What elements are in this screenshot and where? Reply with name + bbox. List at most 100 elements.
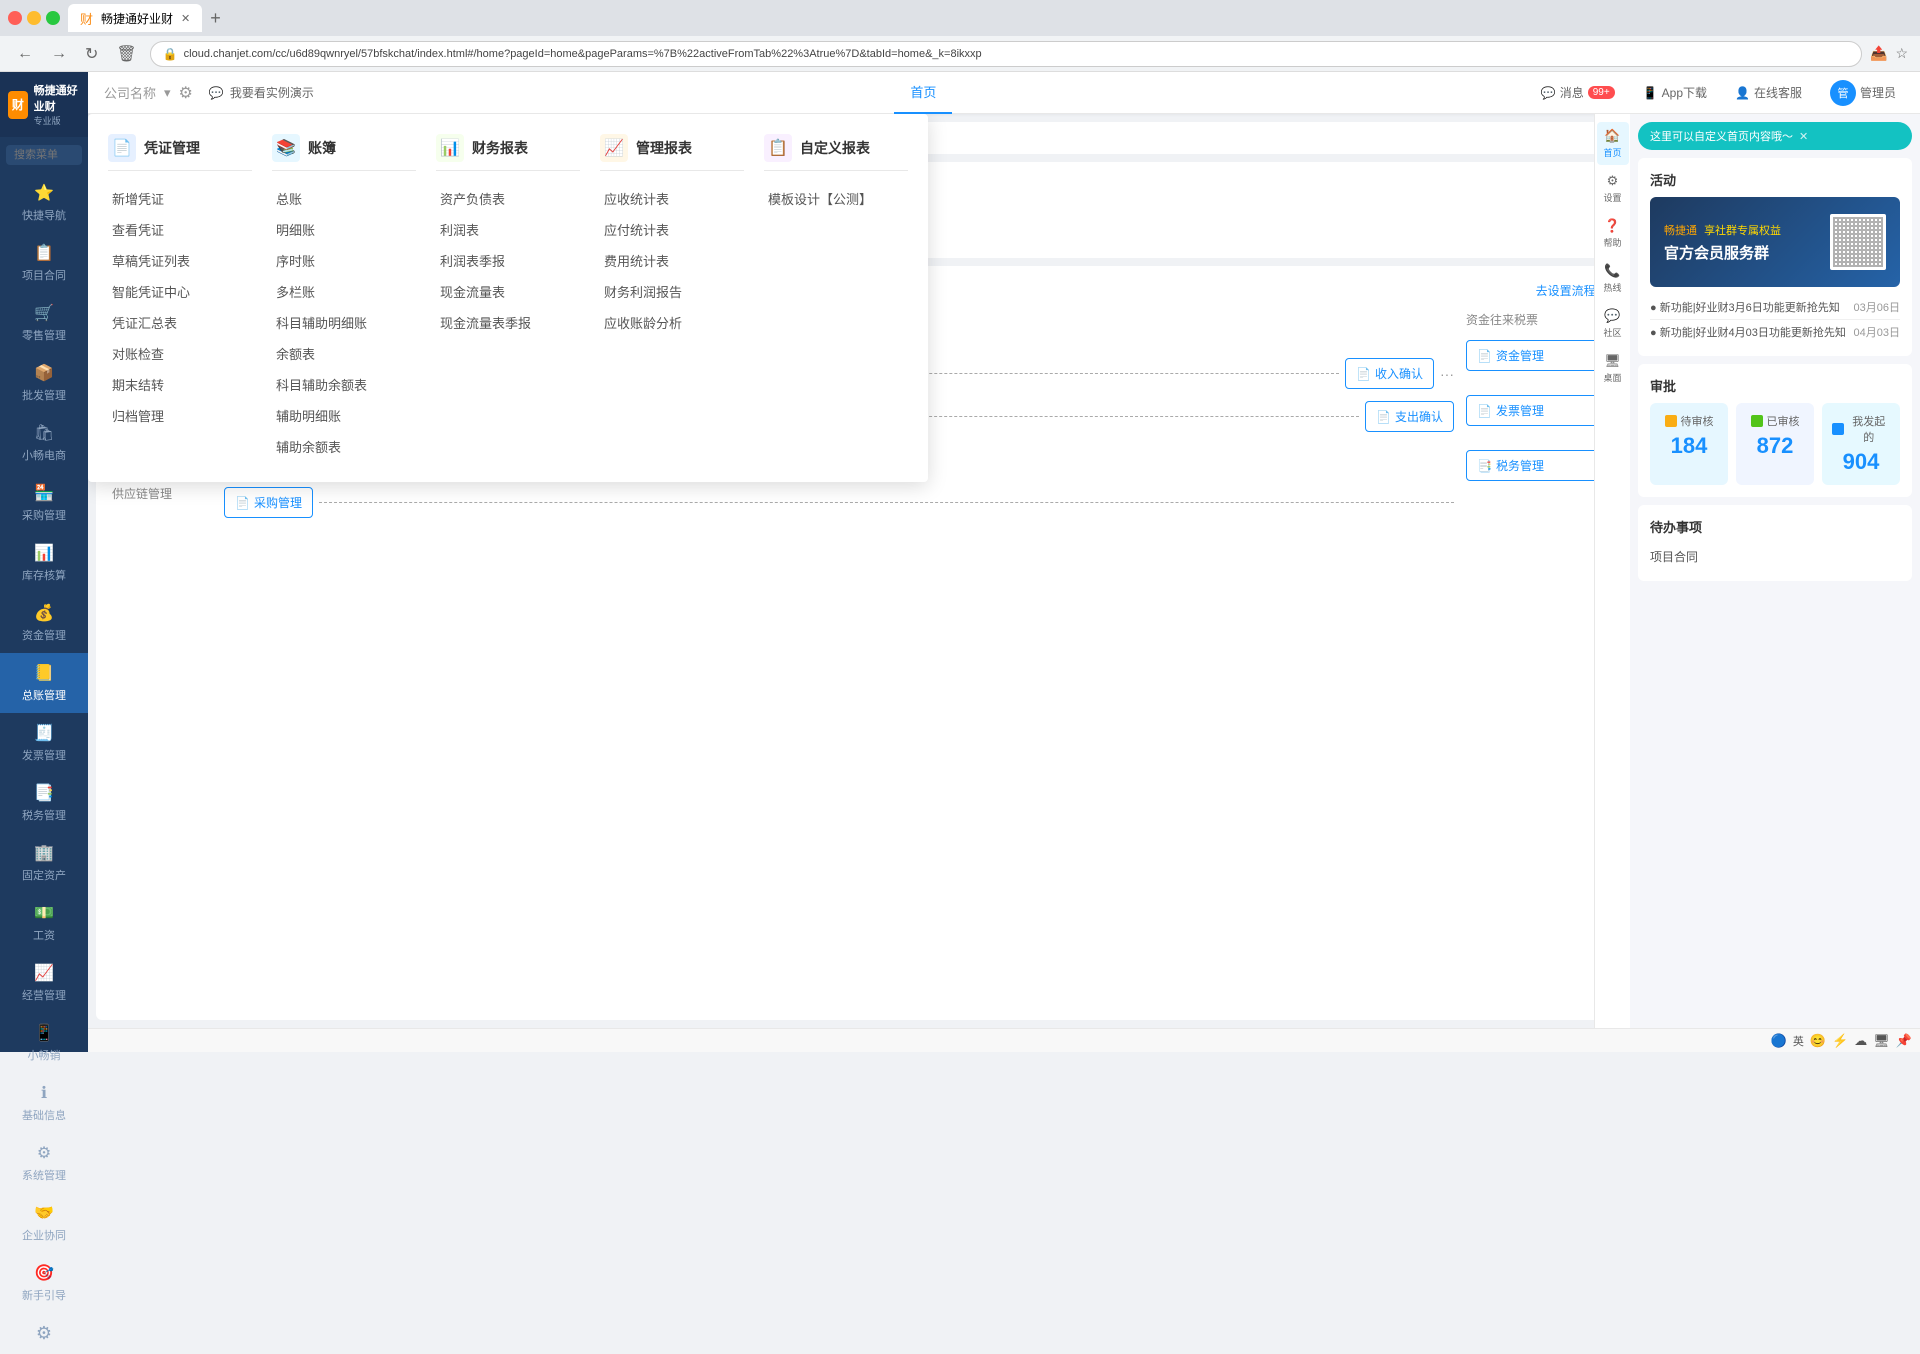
dropdown-item-xzpz[interactable]: 新增凭证 — [108, 183, 252, 214]
settings-icon[interactable]: ⚙ — [179, 83, 193, 103]
sidebar-item-ecom[interactable]: 🛍 小畅电商 — [0, 413, 88, 473]
delete-button[interactable]: 🗑 — [111, 42, 141, 66]
sidebar-item-sales[interactable]: 📱 小畅销 — [0, 1013, 88, 1073]
wf-dashed-line-4 — [904, 416, 1359, 417]
online-service-btn[interactable]: 👤 在线客服 — [1727, 80, 1810, 105]
wf-box-revenue-confirm[interactable]: 📄 收入确认 — [1345, 358, 1434, 389]
bookmark-button[interactable]: ☆ — [1895, 45, 1908, 62]
dropdown-item-xsz[interactable]: 序时账 — [272, 245, 416, 276]
pending-item-1[interactable]: 项目合同 — [1650, 544, 1900, 569]
dropdown-item-dzjc[interactable]: 对账检查 — [108, 338, 252, 369]
dropdown-item-lrb[interactable]: 利润表 — [436, 214, 580, 245]
sidebar-item-ledger[interactable]: 📒 总账管理 — [0, 653, 88, 713]
tab-home[interactable]: 首页 — [894, 72, 952, 114]
sidebar-item-wholesale[interactable]: 📦 批发管理 — [0, 353, 88, 413]
dropdown-item-yszlnfx[interactable]: 应收账龄分析 — [600, 307, 744, 338]
app-name: 畅捷通好业财 — [34, 82, 80, 114]
sidebar-item-stock[interactable]: 📊 库存核算 — [0, 533, 88, 593]
status-icon-1[interactable]: 🔵 — [1771, 1033, 1787, 1049]
wf-box-purchase[interactable]: 📄 采购管理 — [224, 487, 313, 518]
sidebar-item-salary[interactable]: 💵 工资 — [0, 893, 88, 953]
approval-card-mine[interactable]: 我发起的 904 — [1822, 403, 1900, 485]
message-btn[interactable]: 💬 消息 99+ — [1533, 80, 1623, 105]
wf-box-invoice-mgmt[interactable]: 📄 发票管理 — [1466, 395, 1606, 426]
window-close-btn[interactable] — [8, 11, 22, 25]
sidebar-item-kuaijie[interactable]: ⭐ 快捷导航 — [0, 173, 88, 233]
dropdown-item-zcfzb[interactable]: 资产负债表 — [436, 183, 580, 214]
ecom-icon: 🛍 — [34, 423, 54, 443]
browser-tab[interactable]: 财 畅捷通好业财 ✕ — [68, 4, 202, 32]
dropdown-item-mxz[interactable]: 明细账 — [272, 214, 416, 245]
approval-card-approved[interactable]: 已审核 872 — [1736, 403, 1814, 485]
dropdown-item-cwlrbg[interactable]: 财务利润报告 — [600, 276, 744, 307]
company-dropdown-icon[interactable]: ▾ — [164, 85, 171, 101]
forward-button[interactable]: → — [46, 43, 72, 65]
dropdown-item-kmfzyeb[interactable]: 科目辅助余额表 — [272, 369, 416, 400]
status-lightning[interactable]: ⚡ — [1832, 1033, 1848, 1049]
wf-box-tax-mgmt[interactable]: 📑 税务管理 — [1466, 450, 1606, 481]
status-lang[interactable]: 英 — [1793, 1033, 1804, 1049]
dropdown-col-mreport: 📈 管理报表 应收统计表 应付统计表 费用统计表 财务利润报告 应收账龄分析 — [600, 134, 744, 462]
dropdown-item-pzhzb[interactable]: 凭证汇总表 — [108, 307, 252, 338]
cast-button[interactable]: 📤 — [1870, 45, 1887, 62]
dropdown-item-fzmxz[interactable]: 辅助明细账 — [272, 400, 416, 431]
dropdown-item-ckpz[interactable]: 查看凭证 — [108, 214, 252, 245]
tip-close-btn[interactable]: ✕ — [1799, 130, 1808, 143]
dropdown-item-fzyeb[interactable]: 辅助余额表 — [272, 431, 416, 462]
sidebar-item-corp[interactable]: 🤝 企业协同 — [0, 1193, 88, 1253]
wf-box-capital-mgmt[interactable]: 📄 资金管理 — [1466, 340, 1606, 371]
quick-btn-community[interactable]: 💬 社区 — [1597, 302, 1629, 345]
status-pin[interactable]: 📌 — [1896, 1033, 1912, 1049]
dropdown-item-xjllb[interactable]: 现金流量表 — [436, 276, 580, 307]
dropdown-item-dlz[interactable]: 多栏账 — [272, 276, 416, 307]
quick-btn-hotline[interactable]: 📞 热线 — [1597, 257, 1629, 300]
browser-tab-close[interactable]: ✕ — [181, 12, 190, 25]
user-menu-btn[interactable]: 管 管理员 — [1822, 76, 1904, 110]
status-screen[interactable]: 🖥 — [1873, 1033, 1890, 1049]
sidebar-item-ops[interactable]: 📈 经营管理 — [0, 953, 88, 1013]
status-emoji[interactable]: 😊 — [1810, 1033, 1826, 1049]
dropdown-item-xjllbqb[interactable]: 现金流量表季报 — [436, 307, 580, 338]
sidebar-search-input[interactable] — [6, 145, 82, 165]
voucher-col-title: 凭证管理 — [144, 138, 200, 158]
wf-box-expense-confirm[interactable]: 📄 支出确认 — [1365, 401, 1454, 432]
dropdown-item-ystjb[interactable]: 应收统计表 — [600, 183, 744, 214]
dropdown-item-gdgl[interactable]: 归档管理 — [108, 400, 252, 431]
dropdown-item-kmfzmxz[interactable]: 科目辅助明细账 — [272, 307, 416, 338]
dropdown-item-cgpzlb[interactable]: 草稿凭证列表 — [108, 245, 252, 276]
sidebar: 财 畅捷通好业财 专业版 ⭐ 快捷导航 📋 项目合同 🛒 零售管理 — [0, 72, 88, 1052]
sidebar-gear-button[interactable]: ⚙ — [0, 1313, 88, 1354]
quick-btn-home[interactable]: 🏠 首页 — [1597, 122, 1629, 165]
quick-btn-settings[interactable]: ⚙ 设置 — [1597, 167, 1629, 210]
sidebar-item-assets[interactable]: 🏢 固定资产 — [0, 833, 88, 893]
back-button[interactable]: ← — [12, 43, 38, 65]
quick-btn-help[interactable]: ❓ 帮助 — [1597, 212, 1629, 255]
dropdown-item-znpzzx[interactable]: 智能凭证中心 — [108, 276, 252, 307]
sidebar-item-purchase[interactable]: 🏪 采购管理 — [0, 473, 88, 533]
sidebar-item-guide[interactable]: 🎯 新手引导 — [0, 1253, 88, 1313]
app-download-btn[interactable]: 📱 App下载 — [1635, 80, 1715, 105]
address-input[interactable]: 🔒 cloud.chanjet.com/cc/u6d89qwnryel/57bf… — [150, 41, 1862, 67]
window-maximize-btn[interactable] — [46, 11, 60, 25]
dropdown-item-fytjb[interactable]: 费用统计表 — [600, 245, 744, 276]
sidebar-item-system[interactable]: ⚙ 系统管理 — [0, 1133, 88, 1193]
dropdown-item-zz[interactable]: 总账 — [272, 183, 416, 214]
demo-btn[interactable]: 💬 我要看实例演示 — [209, 84, 314, 101]
sidebar-item-invoice[interactable]: 🧾 发票管理 — [0, 713, 88, 773]
approval-card-pending[interactable]: 待审核 184 — [1650, 403, 1728, 485]
dropdown-item-yftjb[interactable]: 应付统计表 — [600, 214, 744, 245]
dropdown-item-lrbqb[interactable]: 利润表季报 — [436, 245, 580, 276]
dropdown-item-yeb[interactable]: 余额表 — [272, 338, 416, 369]
dropdown-item-qmjz[interactable]: 期末结转 — [108, 369, 252, 400]
new-tab-button[interactable]: + — [210, 8, 221, 29]
window-minimize-btn[interactable] — [27, 11, 41, 25]
sidebar-item-retail[interactable]: 🛒 零售管理 — [0, 293, 88, 353]
sidebar-item-base[interactable]: ℹ 基础信息 — [0, 1073, 88, 1133]
reload-button[interactable]: ↻ — [80, 42, 103, 66]
status-cloud[interactable]: ☁ — [1854, 1033, 1867, 1049]
dropdown-item-mbsj[interactable]: 模板设计【公测】 — [764, 183, 908, 214]
sidebar-item-project[interactable]: 📋 项目合同 — [0, 233, 88, 293]
sidebar-item-capital[interactable]: 💰 资金管理 — [0, 593, 88, 653]
sidebar-item-tax[interactable]: 📑 税务管理 — [0, 773, 88, 833]
quick-btn-desktop[interactable]: 🖥 桌面 — [1597, 347, 1629, 390]
